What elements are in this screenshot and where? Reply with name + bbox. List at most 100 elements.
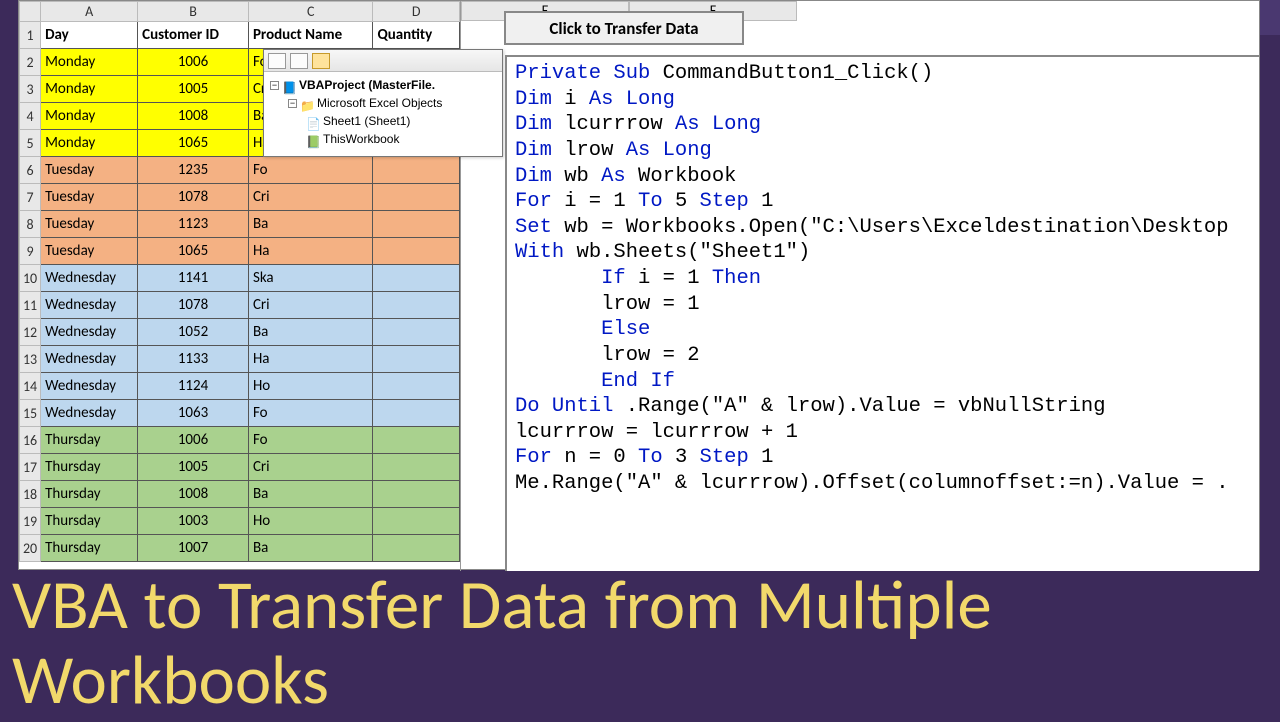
cell[interactable]: 1141 [138,265,249,292]
cell[interactable]: 1063 [138,400,249,427]
cell[interactable]: Cri [248,454,373,481]
cell[interactable]: Thursday [41,508,138,535]
cell[interactable]: 1078 [138,292,249,319]
cell[interactable] [373,508,460,535]
cell[interactable]: Ba [248,481,373,508]
row-header[interactable]: 17 [20,454,41,481]
cell[interactable]: 1006 [138,427,249,454]
col-header-A[interactable]: A [41,2,138,22]
cell[interactable]: Cri [248,184,373,211]
cell[interactable]: Tuesday [41,157,138,184]
row-header[interactable]: 1 [20,22,41,49]
cell[interactable]: 1078 [138,184,249,211]
cell[interactable] [373,427,460,454]
cell[interactable]: Product Name [248,22,373,49]
cell[interactable]: Fo [248,400,373,427]
cell[interactable]: Ho [248,508,373,535]
cell[interactable] [373,319,460,346]
cell[interactable]: 1008 [138,103,249,130]
row-header[interactable]: 12 [20,319,41,346]
cell[interactable] [373,238,460,265]
tree-item-sheet1[interactable]: Sheet1 (Sheet1) [323,112,410,130]
cell[interactable]: Cri [248,292,373,319]
cell[interactable]: Customer ID [138,22,249,49]
cell[interactable] [373,481,460,508]
view-code-icon[interactable] [268,53,286,69]
cell[interactable]: Wednesday [41,265,138,292]
cell[interactable]: Day [41,22,138,49]
cell[interactable]: Fo [248,157,373,184]
cell[interactable]: Ba [248,535,373,562]
project-folder[interactable]: Microsoft Excel Objects [317,94,442,112]
row-header[interactable]: 16 [20,427,41,454]
view-object-icon[interactable] [290,53,308,69]
collapse-icon[interactable]: − [270,81,279,90]
cell[interactable]: Ba [248,211,373,238]
row-header[interactable]: 5 [20,130,41,157]
folder-toggle-icon[interactable] [312,53,330,69]
cell[interactable]: Quantity [373,22,460,49]
row-header[interactable]: 20 [20,535,41,562]
cell[interactable]: Wednesday [41,373,138,400]
cell[interactable]: Thursday [41,454,138,481]
cell[interactable]: Monday [41,76,138,103]
cell[interactable]: Thursday [41,427,138,454]
row-header[interactable]: 9 [20,238,41,265]
row-header[interactable]: 6 [20,157,41,184]
cell[interactable] [373,400,460,427]
row-header[interactable]: 2 [20,49,41,76]
cell[interactable]: 1005 [138,76,249,103]
cell[interactable]: Ha [248,346,373,373]
row-header[interactable]: 10 [20,265,41,292]
cell[interactable]: 1065 [138,130,249,157]
cell[interactable]: Ha [248,238,373,265]
cell[interactable]: Monday [41,49,138,76]
cell[interactable]: Fo [248,427,373,454]
cell[interactable]: 1006 [138,49,249,76]
collapse-icon[interactable]: − [288,99,297,108]
row-header[interactable]: 4 [20,103,41,130]
vba-code-pane[interactable]: Private Sub CommandButton1_Click()Dim i … [505,55,1259,571]
cell[interactable]: 1005 [138,454,249,481]
cell[interactable]: Ho [248,373,373,400]
project-tree[interactable]: −📘VBAProject (MasterFile. −📁Microsoft Ex… [264,72,502,152]
cell[interactable] [373,292,460,319]
cell[interactable]: 1123 [138,211,249,238]
cell[interactable]: Wednesday [41,346,138,373]
row-header[interactable]: 3 [20,76,41,103]
cell[interactable]: 1007 [138,535,249,562]
cell[interactable]: Monday [41,130,138,157]
cell[interactable] [373,211,460,238]
tree-item-thisworkbook[interactable]: ThisWorkbook [323,130,399,148]
vba-project-explorer[interactable]: −📘VBAProject (MasterFile. −📁Microsoft Ex… [263,49,503,157]
cell[interactable]: 1008 [138,481,249,508]
col-header-B[interactable]: B [138,2,249,22]
col-header-C[interactable]: C [248,2,373,22]
cell[interactable]: 1133 [138,346,249,373]
row-header[interactable]: 13 [20,346,41,373]
cell[interactable]: Monday [41,103,138,130]
cell[interactable]: 1124 [138,373,249,400]
cell[interactable]: 1235 [138,157,249,184]
cell[interactable] [373,535,460,562]
row-header[interactable]: 19 [20,508,41,535]
row-header[interactable]: 7 [20,184,41,211]
cell[interactable]: Tuesday [41,238,138,265]
row-header[interactable]: 18 [20,481,41,508]
col-header-D[interactable]: D [373,2,460,22]
cell[interactable] [373,265,460,292]
cell[interactable]: Wednesday [41,319,138,346]
cell[interactable]: Thursday [41,535,138,562]
row-header[interactable]: 15 [20,400,41,427]
cell[interactable] [373,373,460,400]
transfer-data-button[interactable]: Click to Transfer Data [504,11,744,45]
row-header[interactable]: 8 [20,211,41,238]
cell[interactable]: 1052 [138,319,249,346]
cell[interactable]: Ska [248,265,373,292]
row-header[interactable]: 11 [20,292,41,319]
cell[interactable]: Thursday [41,481,138,508]
cell[interactable] [373,157,460,184]
cell[interactable]: Tuesday [41,184,138,211]
cell[interactable]: Ba [248,319,373,346]
cell[interactable]: 1065 [138,238,249,265]
